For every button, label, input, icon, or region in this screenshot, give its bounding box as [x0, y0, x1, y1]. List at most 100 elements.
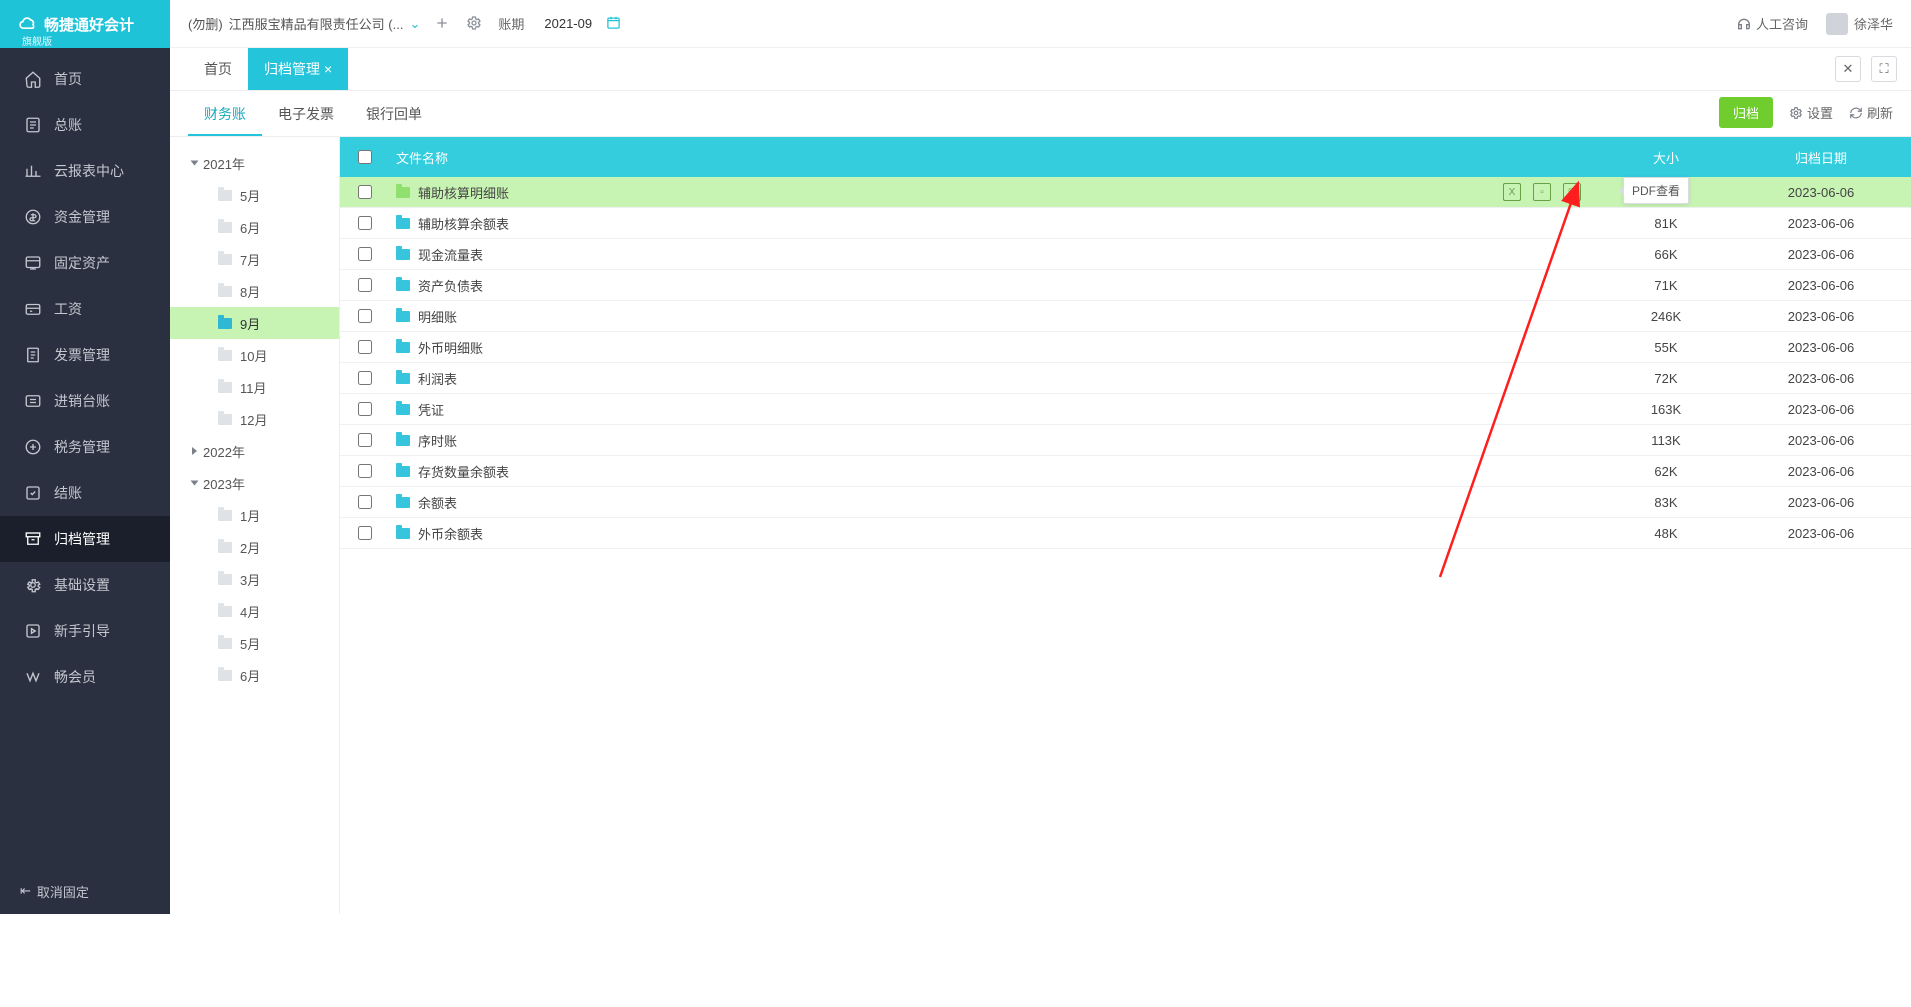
row-checkbox[interactable] — [358, 309, 372, 323]
row-checkbox[interactable] — [358, 185, 372, 199]
table-row[interactable]: 明细账246K2023-06-06 — [340, 301, 1911, 332]
row-checkbox[interactable] — [358, 371, 372, 385]
brand-edition: 旗舰版 — [22, 33, 52, 48]
sidebar-item-label: 工资 — [54, 299, 82, 319]
archive-button[interactable]: 归档 — [1719, 97, 1773, 128]
calendar-icon[interactable] — [606, 15, 624, 33]
tree-month-2-1[interactable]: 2月 — [170, 531, 339, 563]
subtab-2[interactable]: 银行回单 — [350, 94, 438, 136]
subtab-0[interactable]: 财务账 — [188, 94, 262, 136]
sidebar-item-13[interactable]: 畅会员 — [0, 654, 170, 700]
sidebar-unpin[interactable]: ⇤ 取消固定 — [0, 868, 170, 914]
sidebar-item-8[interactable]: 税务管理 — [0, 424, 170, 470]
table-row[interactable]: 辅助核算明细账X▫⧉PDF查看16K2023-06-06 — [340, 177, 1911, 208]
sidebar-item-label: 新手引导 — [54, 621, 110, 641]
tab-label: 归档管理 — [264, 59, 320, 79]
file-size: 66K — [1601, 247, 1731, 262]
consult-link[interactable]: 人工咨询 — [1736, 14, 1808, 33]
sidebar-item-11[interactable]: 基础设置 — [0, 562, 170, 608]
row-checkbox[interactable] — [358, 433, 372, 447]
row-checkbox[interactable] — [358, 402, 372, 416]
tree-year-2[interactable]: 2023年 — [170, 467, 339, 499]
subtab-1[interactable]: 电子发票 — [262, 94, 350, 136]
table-row[interactable]: 余额表83K2023-06-06 — [340, 487, 1911, 518]
close-icon[interactable]: × — [324, 61, 332, 77]
select-all-checkbox[interactable] — [358, 150, 372, 164]
table-row[interactable]: 现金流量表66K2023-06-06 — [340, 239, 1911, 270]
table-row[interactable]: 外币余额表48K2023-06-06 — [340, 518, 1911, 549]
sidebar-item-10[interactable]: 归档管理 — [0, 516, 170, 562]
table-row[interactable]: 资产负债表71K2023-06-06 — [340, 270, 1911, 301]
export-excel-icon[interactable]: X — [1503, 183, 1521, 201]
add-icon[interactable] — [434, 15, 452, 33]
sidebar-item-label: 云报表中心 — [54, 161, 124, 181]
export-pic-icon[interactable]: ▫ — [1533, 183, 1551, 201]
brand-name: 畅捷通好会计 — [44, 14, 134, 35]
sidebar-item-label: 归档管理 — [54, 529, 110, 549]
tree-year-0[interactable]: 2021年 — [170, 147, 339, 179]
file-name: 辅助核算余额表 — [418, 214, 509, 233]
file-size: 55K — [1601, 340, 1731, 355]
user-menu[interactable]: 徐泽华 — [1826, 13, 1893, 35]
sidebar-item-12[interactable]: 新手引导 — [0, 608, 170, 654]
tree-month-label: 9月 — [240, 314, 260, 333]
row-checkbox[interactable] — [358, 278, 372, 292]
table-row[interactable]: 辅助核算余额表81K2023-06-06 — [340, 208, 1911, 239]
tree-month-0-6[interactable]: 11月 — [170, 371, 339, 403]
period-value[interactable]: 2021-09 — [544, 16, 592, 31]
file-table: 文件名称 大小 归档日期 辅助核算明细账X▫⧉PDF查看16K2023-06-0… — [340, 137, 1911, 914]
row-actions: X ▫ ⧉ — [1503, 183, 1581, 201]
sidebar-item-label: 固定资产 — [54, 253, 110, 273]
view-pdf-icon[interactable]: ⧉ — [1563, 183, 1581, 201]
sidebar-item-5[interactable]: 工资 — [0, 286, 170, 332]
file-name: 利润表 — [418, 369, 457, 388]
sidebar-item-7[interactable]: 进销台账 — [0, 378, 170, 424]
folder-icon — [396, 249, 410, 260]
table-row[interactable]: 凭证163K2023-06-06 — [340, 394, 1911, 425]
table-row[interactable]: 存货数量余额表62K2023-06-06 — [340, 456, 1911, 487]
tree-month-2-2[interactable]: 3月 — [170, 563, 339, 595]
table-row[interactable]: 序时账113K2023-06-06 — [340, 425, 1911, 456]
table-row[interactable]: 外币明细账55K2023-06-06 — [340, 332, 1911, 363]
tree-month-0-0[interactable]: 5月 — [170, 179, 339, 211]
sidebar-item-2[interactable]: 云报表中心 — [0, 148, 170, 194]
gear-icon[interactable] — [466, 15, 484, 33]
refresh-icon — [1849, 106, 1863, 120]
tree-month-0-2[interactable]: 7月 — [170, 243, 339, 275]
row-checkbox[interactable] — [358, 247, 372, 261]
tab-0[interactable]: 首页 — [188, 48, 248, 90]
tab-1[interactable]: 归档管理× — [248, 48, 348, 90]
tree-year-1[interactable]: 2022年 — [170, 435, 339, 467]
tree-month-2-0[interactable]: 1月 — [170, 499, 339, 531]
row-checkbox[interactable] — [358, 464, 372, 478]
row-checkbox[interactable] — [358, 340, 372, 354]
table-row[interactable]: 利润表72K2023-06-06 — [340, 363, 1911, 394]
settings-button[interactable]: 设置 — [1789, 103, 1833, 122]
caret-icon — [192, 447, 197, 455]
tree-month-0-5[interactable]: 10月 — [170, 339, 339, 371]
tree-month-0-7[interactable]: 12月 — [170, 403, 339, 435]
row-checkbox[interactable] — [358, 526, 372, 540]
sidebar-item-0[interactable]: 首页 — [0, 56, 170, 102]
close-period-icon — [24, 484, 42, 502]
company-selector[interactable]: (勿删) 江西服宝精品有限责任公司 (... ⌄ — [188, 14, 420, 33]
tree-month-label: 6月 — [240, 666, 260, 685]
tree-month-0-4[interactable]: 9月 — [170, 307, 339, 339]
fullscreen-button[interactable]: ⛶ — [1871, 56, 1897, 82]
close-tab-button[interactable]: ✕ — [1835, 56, 1861, 82]
tree-month-2-3[interactable]: 4月 — [170, 595, 339, 627]
sidebar-item-label: 进销台账 — [54, 391, 110, 411]
refresh-button[interactable]: 刷新 — [1849, 103, 1893, 122]
tree-month-0-3[interactable]: 8月 — [170, 275, 339, 307]
tree-month-label: 1月 — [240, 506, 260, 525]
sidebar-item-4[interactable]: 固定资产 — [0, 240, 170, 286]
sidebar-item-6[interactable]: 发票管理 — [0, 332, 170, 378]
sidebar-item-1[interactable]: 总账 — [0, 102, 170, 148]
sidebar-item-3[interactable]: 资金管理 — [0, 194, 170, 240]
tree-month-0-1[interactable]: 6月 — [170, 211, 339, 243]
sidebar-item-9[interactable]: 结账 — [0, 470, 170, 516]
tree-month-2-4[interactable]: 5月 — [170, 627, 339, 659]
tree-month-2-5[interactable]: 6月 — [170, 659, 339, 691]
row-checkbox[interactable] — [358, 216, 372, 230]
row-checkbox[interactable] — [358, 495, 372, 509]
